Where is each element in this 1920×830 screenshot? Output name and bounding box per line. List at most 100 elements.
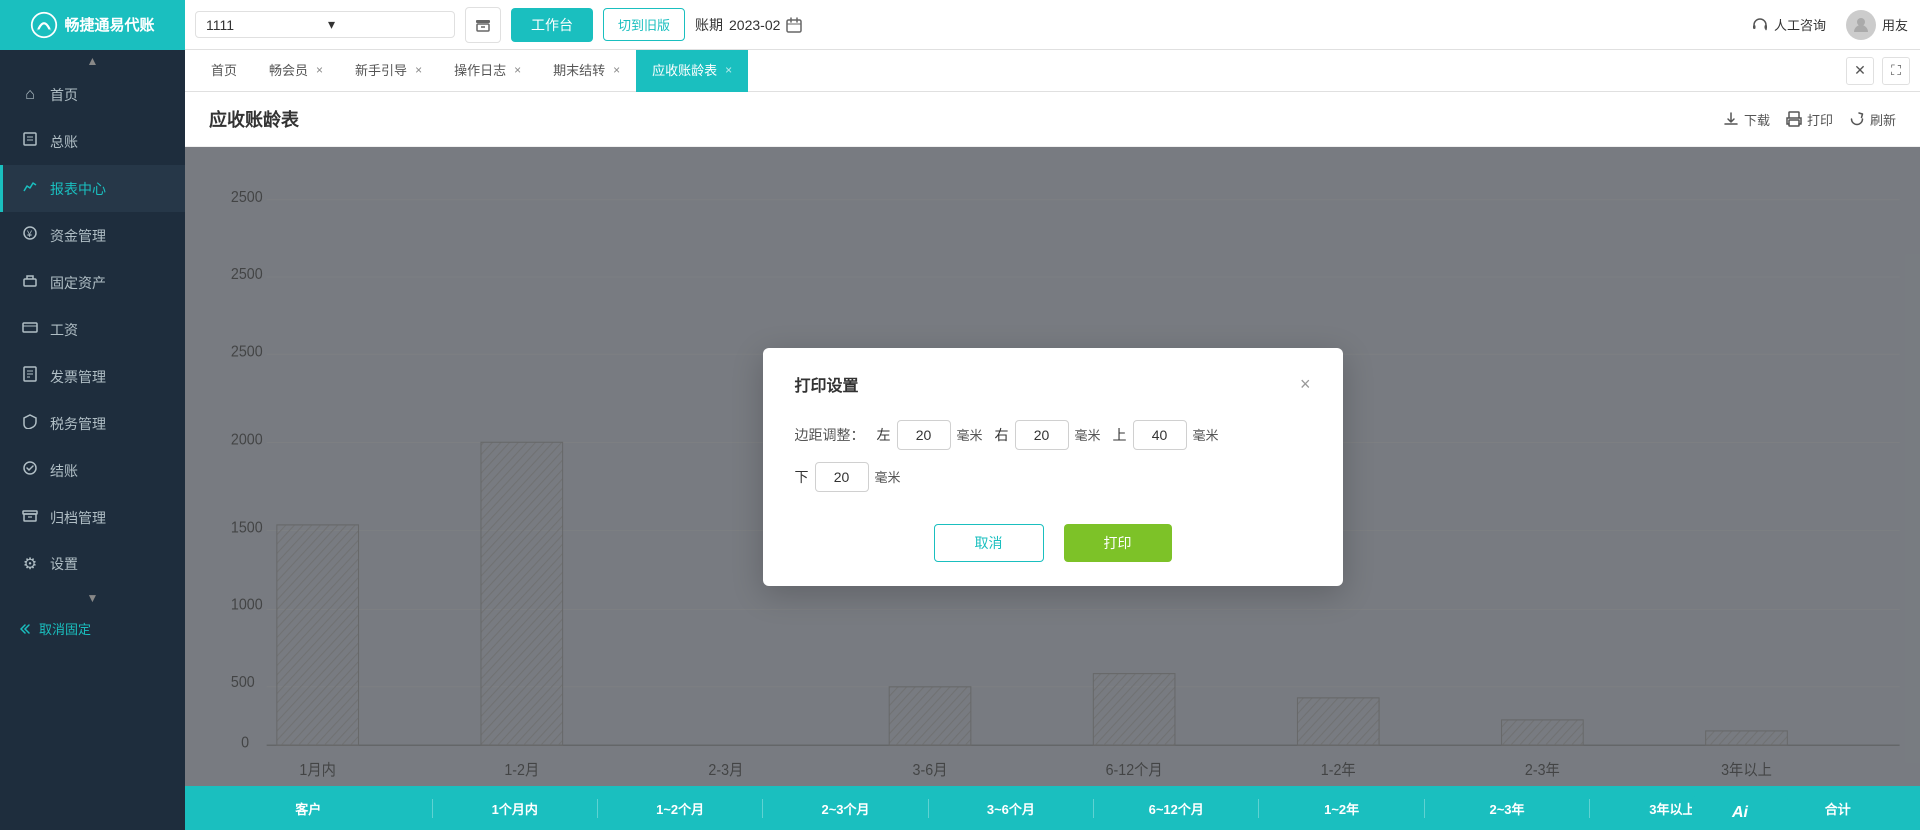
modal-footer: 取消 打印: [795, 524, 1311, 562]
workbench-button[interactable]: 工作台: [511, 8, 593, 42]
margin-bottom-group: 下 毫米: [795, 462, 901, 492]
margin-top-group: 上 毫米: [1113, 420, 1219, 450]
modal-close-button[interactable]: ×: [1300, 375, 1311, 393]
close-tab-button[interactable]: ✕: [1846, 57, 1874, 85]
archive-icon: [474, 16, 492, 34]
col-6-12m: 6~12个月: [1094, 799, 1259, 818]
sidebar-item-checkout[interactable]: 结账: [0, 447, 185, 494]
modal-header: 打印设置 ×: [795, 372, 1311, 396]
ledger-icon: [20, 131, 40, 152]
tab-home-label: 首页: [211, 60, 237, 79]
col-1-2m: 1~2个月: [598, 799, 763, 818]
margin-label: 边距调整：: [795, 425, 865, 445]
company-name: 1111: [206, 17, 322, 33]
sidebar-item-assets[interactable]: 固定资产: [0, 259, 185, 306]
headphone-icon: [1751, 16, 1769, 34]
col-3-6m: 3~6个月: [929, 799, 1094, 818]
tab-aging[interactable]: 应收账龄表 ×: [636, 50, 748, 92]
logo-icon: [30, 11, 58, 39]
tab-aging-close[interactable]: ×: [725, 63, 732, 77]
tab-member-label: 畅会员: [269, 60, 308, 79]
cancel-button[interactable]: 取消: [934, 524, 1044, 562]
tab-home[interactable]: 首页: [195, 50, 253, 92]
top-unit: 毫米: [1193, 425, 1219, 444]
chevron-down-icon: ▾: [328, 16, 444, 33]
sidebar-label-ledger: 总账: [50, 132, 78, 152]
svg-text:¥: ¥: [26, 229, 33, 239]
sidebar-item-ledger[interactable]: 总账: [0, 118, 185, 165]
tab-guide[interactable]: 新手引导 ×: [339, 50, 438, 92]
right-margin-input[interactable]: [1015, 420, 1069, 450]
top-margin-input[interactable]: [1133, 420, 1187, 450]
archive-sidebar-icon: [20, 507, 40, 528]
print-settings-dialog: 打印设置 × 边距调整： 左 毫米: [763, 348, 1343, 586]
download-action[interactable]: 下载: [1723, 110, 1770, 129]
left-label: 左: [877, 425, 891, 445]
funds-icon: ¥: [20, 225, 40, 246]
collapse-icon: [20, 622, 34, 636]
sidebar-label-settings: 设置: [50, 554, 78, 574]
sidebar-item-home[interactable]: ⌂ 首页: [0, 72, 185, 118]
tab-oplog-close[interactable]: ×: [514, 63, 521, 77]
tab-member[interactable]: 畅会员 ×: [253, 50, 339, 92]
download-icon: [1723, 111, 1739, 127]
sidebar-label-reports: 报表中心: [50, 179, 106, 199]
tab-guide-close[interactable]: ×: [415, 63, 422, 77]
col-1m: 1个月内: [433, 799, 598, 818]
sidebar-item-payroll[interactable]: 工资: [0, 306, 185, 353]
invoice-icon: [20, 366, 40, 387]
tab-period-end[interactable]: 期末结转 ×: [537, 50, 636, 92]
consult-label: 人工咨询: [1774, 15, 1826, 34]
sidebar-item-invoice[interactable]: 发票管理: [0, 353, 185, 400]
reports-icon: [20, 178, 40, 199]
modal-body: 边距调整： 左 毫米 右 毫米: [795, 420, 1311, 492]
margin-right-group: 右 毫米: [995, 420, 1101, 450]
print-confirm-button[interactable]: 打印: [1064, 524, 1172, 562]
consult-button[interactable]: 人工咨询: [1751, 15, 1826, 34]
print-icon: [1786, 111, 1802, 127]
company-selector[interactable]: 1111 ▾: [195, 11, 455, 38]
col-2-3m: 2~3个月: [763, 799, 928, 818]
assets-icon: [20, 272, 40, 293]
settings-icon: ⚙: [20, 554, 40, 574]
bottom-margin-input[interactable]: [815, 462, 869, 492]
refresh-action[interactable]: 刷新: [1849, 110, 1896, 129]
maximize-tab-button[interactable]: ⛶: [1882, 57, 1910, 85]
ai-badge[interactable]: Ai: [1692, 796, 1788, 830]
bottom-label: 下: [795, 467, 809, 487]
sidebar-scroll-up[interactable]: ▲: [0, 50, 185, 72]
logo: 畅捷通易代账: [0, 0, 185, 50]
sidebar-label-invoice: 发票管理: [50, 367, 106, 387]
bottom-table-header: 客户 1个月内 1~2个月 2~3个月 3~6个月 6~12个月 1~2年 2~…: [185, 786, 1920, 830]
period-label: 账期: [695, 15, 723, 35]
sidebar-item-funds[interactable]: ¥ 资金管理: [0, 212, 185, 259]
tab-period-end-close[interactable]: ×: [613, 63, 620, 77]
left-margin-input[interactable]: [897, 420, 951, 450]
archive-button[interactable]: [465, 7, 501, 43]
sidebar-collapse-button[interactable]: 取消固定: [0, 609, 185, 648]
modal-overlay: 打印设置 × 边距调整： 左 毫米: [185, 147, 1920, 786]
sidebar-scroll-down[interactable]: ▼: [0, 587, 185, 609]
top-header: 畅捷通易代账 1111 ▾ 工作台 切到旧版 账期 2023-02: [0, 0, 1920, 50]
col-1-2y: 1~2年: [1259, 799, 1424, 818]
sidebar-label-assets: 固定资产: [50, 273, 106, 293]
tab-oplog[interactable]: 操作日志 ×: [438, 50, 537, 92]
tab-member-close[interactable]: ×: [316, 63, 323, 77]
main-layout: ▲ ⌂ 首页 总账 报表中心 ¥ 资金管理 固定资产: [0, 50, 1920, 830]
switch-version-button[interactable]: 切到旧版: [603, 8, 685, 41]
avatar: [1846, 10, 1876, 40]
page-actions: 下载 打印: [1723, 110, 1896, 129]
sidebar-item-archive[interactable]: 归档管理: [0, 494, 185, 541]
sidebar-label-home: 首页: [50, 85, 78, 105]
sidebar-item-tax[interactable]: 税务管理: [0, 400, 185, 447]
user-avatar-icon: [1852, 16, 1870, 34]
calendar-icon[interactable]: [786, 17, 802, 33]
modal-title: 打印设置: [795, 372, 859, 396]
right-header: 人工咨询 用友: [1751, 10, 1908, 40]
home-icon: ⌂: [20, 86, 40, 104]
print-action[interactable]: 打印: [1786, 110, 1833, 129]
sidebar-item-settings[interactable]: ⚙ 设置: [0, 541, 185, 587]
sidebar-item-reports[interactable]: 报表中心: [0, 165, 185, 212]
user-area[interactable]: 用友: [1846, 10, 1908, 40]
user-name: 用友: [1882, 15, 1908, 34]
